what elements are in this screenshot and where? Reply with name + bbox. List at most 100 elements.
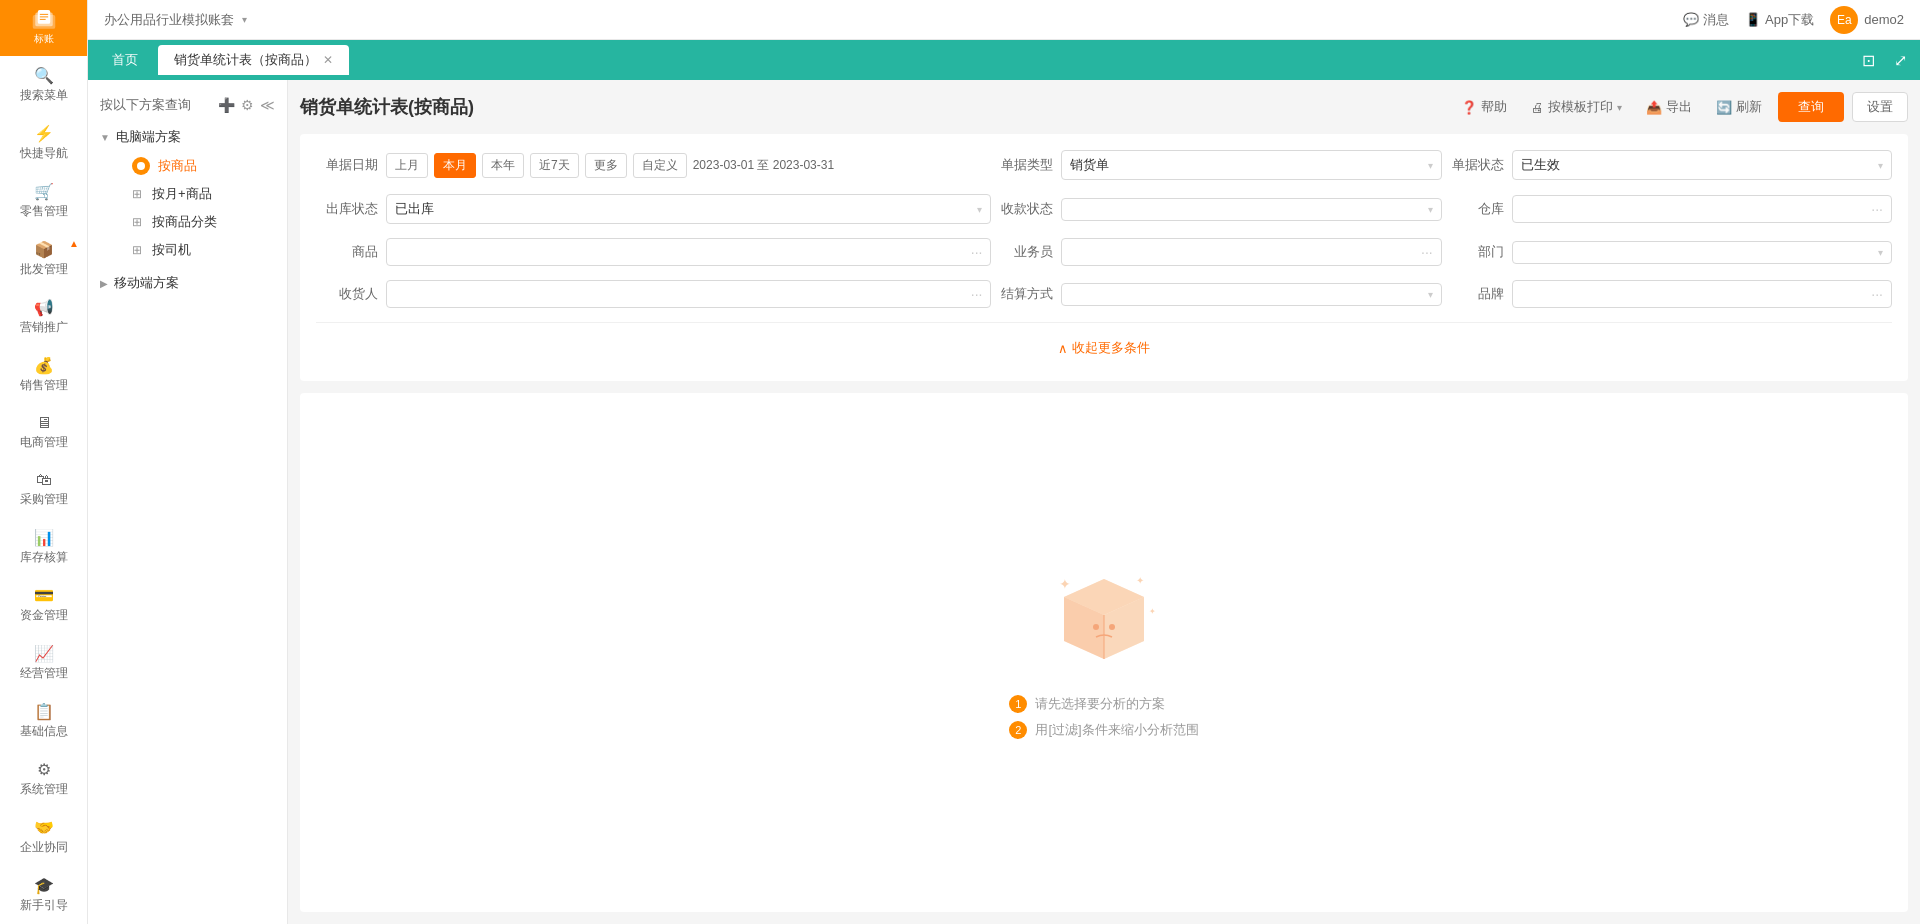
collapse-panel-button[interactable]: ≪ xyxy=(260,97,275,113)
content-area: 按以下方案查询 ➕ ⚙ ≪ ▼ 电脑端方案 按商品 xyxy=(88,80,1920,924)
date-btn-this-month[interactable]: 本月 xyxy=(434,153,476,178)
query-button[interactable]: 查询 xyxy=(1778,92,1844,122)
salesperson-more-icon[interactable]: ··· xyxy=(1421,244,1433,260)
date-btn-custom[interactable]: 自定义 xyxy=(633,153,687,178)
department-select[interactable]: ▾ xyxy=(1512,241,1892,264)
stock-status-select[interactable]: 已出库 ▾ xyxy=(386,194,991,224)
recipient-more-icon[interactable]: ··· xyxy=(971,286,983,302)
export-label: 导出 xyxy=(1666,98,1692,116)
settlement-dropdown-icon: ▾ xyxy=(1428,289,1433,300)
settlement-select[interactable]: ▾ xyxy=(1061,283,1441,306)
date-btn-this-year[interactable]: 本年 xyxy=(482,153,524,178)
print-dropdown-icon[interactable]: ▾ xyxy=(1617,102,1622,113)
tab-bar: 首页 销货单统计表（按商品） ✕ ⊡ ⤢ xyxy=(88,40,1920,80)
product-more-icon[interactable]: ··· xyxy=(971,244,983,260)
sidebar-item-marketing[interactable]: 📢 营销推广 xyxy=(0,288,87,346)
sidebar-item-sales[interactable]: 💰 销售管理 xyxy=(0,346,87,404)
system-icon: ⚙ xyxy=(5,760,82,779)
tree-section-desktop[interactable]: ▼ 电脑端方案 xyxy=(88,122,287,152)
user-menu-button[interactable]: Ea demo2 xyxy=(1830,6,1904,34)
operations-icon: 📈 xyxy=(5,644,82,663)
warehouse-more-icon[interactable]: ··· xyxy=(1871,201,1883,217)
export-button[interactable]: 📤 导出 xyxy=(1638,94,1700,120)
doc-status-select[interactable]: 已生效 ▾ xyxy=(1512,150,1892,180)
header-dropdown-icon[interactable]: ▾ xyxy=(242,14,247,25)
tutorial-icon: 🎓 xyxy=(5,876,82,895)
sidebar-item-tutorial[interactable]: 🎓 新手引导 xyxy=(0,866,87,924)
sidebar-item-enterprise[interactable]: 🤝 企业协同 xyxy=(0,808,87,866)
sidebar-item-procurement[interactable]: 🛍 采购管理 xyxy=(0,461,87,518)
tab-close-icon[interactable]: ✕ xyxy=(323,53,333,67)
filter-row-1: 单据日期 上月 本月 本年 近7天 更多 自定义 2023-03-01 至 20… xyxy=(316,150,1892,180)
doc-type-value: 销货单 xyxy=(1070,156,1109,174)
left-panel-header: 按以下方案查询 ➕ ⚙ ≪ xyxy=(88,88,287,122)
help-label: 帮助 xyxy=(1481,98,1507,116)
sidebar-item-quick-nav[interactable]: ⚡ 快捷导航 xyxy=(0,114,87,172)
warehouse-select[interactable]: ··· xyxy=(1512,195,1892,223)
sidebar-item-inventory[interactable]: 📊 库存核算 xyxy=(0,518,87,576)
date-btn-more[interactable]: 更多 xyxy=(585,153,627,178)
tab-minimize-button[interactable]: ⊡ xyxy=(1856,48,1880,72)
message-button[interactable]: 💬 消息 xyxy=(1683,11,1729,29)
recipient-select[interactable]: ··· xyxy=(386,280,991,308)
svg-text:✦: ✦ xyxy=(1136,575,1144,586)
tab-maximize-button[interactable]: ⤢ xyxy=(1888,48,1912,72)
step-1-text: 请先选择要分析的方案 xyxy=(1035,695,1165,713)
scheme-by-month-product[interactable]: ⊞ 按月+商品 xyxy=(104,180,287,208)
sidebar-item-finance[interactable]: 💳 资金管理 xyxy=(0,576,87,634)
sidebar-item-search[interactable]: 🔍 搜索菜单 xyxy=(0,56,87,114)
brand-select[interactable]: ··· xyxy=(1512,280,1892,308)
product-select[interactable]: ··· xyxy=(386,238,991,266)
sidebar-item-ecommerce[interactable]: 🖥 电商管理 xyxy=(0,404,87,461)
tab-sales-stats[interactable]: 销货单统计表（按商品） ✕ xyxy=(158,45,349,75)
scheme-by-product[interactable]: 按商品 xyxy=(104,152,287,180)
sidebar-item-operations[interactable]: 📈 经营管理 xyxy=(0,634,87,692)
empty-state: ✦ ✦ ✦ 1 请先选择要分析的方案 2 用[过滤]条件来缩小分析范围 xyxy=(300,393,1908,912)
svg-text:✦: ✦ xyxy=(1059,576,1071,592)
department-label: 部门 xyxy=(1442,243,1512,261)
filter-payment-status-item: 收款状态 ▾ xyxy=(991,198,1441,221)
main-area: 办公用品行业模拟账套 ▾ 💬 消息 📱 App下载 Ea demo2 首页 xyxy=(88,0,1920,924)
tree-section-mobile[interactable]: ▶ 移动端方案 xyxy=(88,268,287,298)
logo-icon xyxy=(26,10,62,30)
toolbar-actions: ❓ 帮助 🖨 按模板打印 ▾ 📤 导出 🔄 刷新 xyxy=(1453,92,1908,122)
inventory-icon: 📊 xyxy=(5,528,82,547)
filter-doc-status-item: 单据状态 已生效 ▾ xyxy=(1442,150,1892,180)
sidebar-item-system[interactable]: ⚙ 系统管理 xyxy=(0,750,87,808)
help-button[interactable]: ❓ 帮助 xyxy=(1453,94,1515,120)
help-icon: ❓ xyxy=(1461,100,1477,115)
empty-step-1: 1 请先选择要分析的方案 xyxy=(1009,695,1198,713)
doc-type-select[interactable]: 销货单 ▾ xyxy=(1061,150,1441,180)
filter-row-3: 商品 ··· 业务员 ··· xyxy=(316,238,1892,266)
date-btn-last-month[interactable]: 上月 xyxy=(386,153,428,178)
add-scheme-button[interactable]: ➕ xyxy=(218,97,235,113)
app-download-button[interactable]: 📱 App下载 xyxy=(1745,11,1814,29)
sidebar-item-label: 电商管理 xyxy=(20,435,68,449)
doc-status-value: 已生效 xyxy=(1521,156,1560,174)
scheme-by-category[interactable]: ⊞ 按商品分类 xyxy=(104,208,287,236)
date-filter-control: 上月 本月 本年 近7天 更多 自定义 2023-03-01 至 2023-03… xyxy=(386,153,991,178)
svg-text:✦: ✦ xyxy=(1149,607,1156,616)
salesperson-select[interactable]: ··· xyxy=(1061,238,1441,266)
refresh-button[interactable]: 🔄 刷新 xyxy=(1708,94,1770,120)
doc-status-dropdown-icon: ▾ xyxy=(1878,160,1883,171)
settings-button[interactable]: 设置 xyxy=(1852,92,1908,122)
date-btn-7days[interactable]: 近7天 xyxy=(530,153,579,178)
sidebar-item-base[interactable]: 📋 基础信息 xyxy=(0,692,87,750)
tab-home[interactable]: 首页 xyxy=(96,45,154,75)
scheme-by-cashier-label: 按司机 xyxy=(152,241,191,259)
collapse-filter-button[interactable]: ∧ 收起更多条件 xyxy=(316,331,1892,365)
stock-status-control: 已出库 ▾ xyxy=(386,194,991,224)
finance-icon: 💳 xyxy=(5,586,82,605)
print-button[interactable]: 🖨 按模板打印 ▾ xyxy=(1523,94,1630,120)
scheme-icon-grid1: ⊞ xyxy=(132,187,142,201)
payment-status-select[interactable]: ▾ xyxy=(1061,198,1441,221)
left-panel-title: 按以下方案查询 xyxy=(100,96,191,114)
settings-scheme-button[interactable]: ⚙ xyxy=(241,97,254,113)
brand-more-icon[interactable]: ··· xyxy=(1871,286,1883,302)
logo-text: 标账 xyxy=(34,32,54,46)
sidebar-item-wholesale[interactable]: 📦 批发管理 ▲ xyxy=(0,230,87,288)
sidebar-item-retail[interactable]: 🛒 零售管理 xyxy=(0,172,87,230)
retail-icon: 🛒 xyxy=(5,182,82,201)
scheme-by-cashier[interactable]: ⊞ 按司机 xyxy=(104,236,287,264)
